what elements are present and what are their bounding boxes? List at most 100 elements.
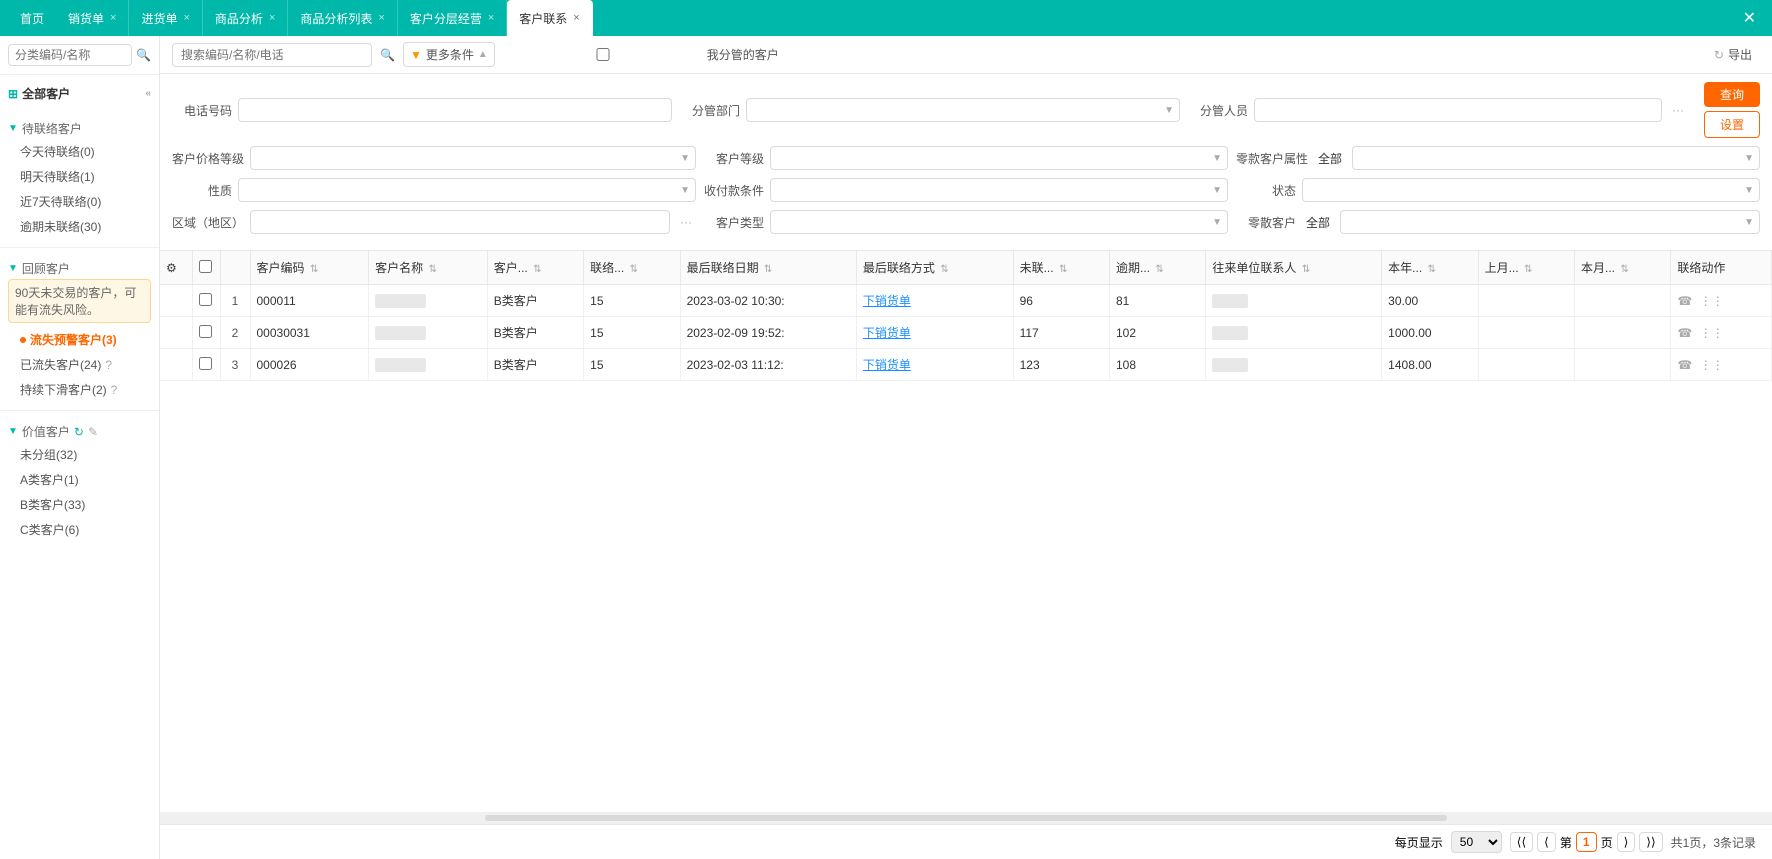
tab-purchase[interactable]: 进货单 × [129,0,202,36]
sort-unlink-icon[interactable]: ⇅ [1059,264,1067,275]
sidebar-group-lost[interactable]: ▼ 回顾客户 [0,256,159,279]
sidebar-section-pending: ▼ 待联络客户 今天待联络(0) 明天待联络(1) 近7天待联络(0) 逾期未联… [0,112,159,243]
customer-level-select[interactable] [770,146,1228,170]
scroll-thumb[interactable] [485,815,1447,821]
sidebar-search-input[interactable] [8,44,132,66]
tab-analysis-list[interactable]: 商品分析列表 × [288,0,397,36]
gender-select[interactable] [238,178,696,202]
sidebar-item-ungroup[interactable]: 未分组(32) [0,442,159,467]
price-level-select[interactable] [250,146,696,170]
row-seq-2: 3 [220,349,250,381]
sidebar-item-today[interactable]: 今天待联络(0) [0,139,159,164]
tab-sales[interactable]: 销货单 × [56,0,129,36]
last-page-btn[interactable]: ⟩⟩ [1639,832,1662,852]
action-more-icon[interactable]: ⋮⋮ [1700,294,1724,308]
region-input[interactable] [250,210,670,234]
action-contact-icon[interactable]: ☎ [1677,326,1692,340]
more-conditions-btn[interactable]: ▼ 更多条件 ▲ [403,42,495,67]
row-last-method-2[interactable]: 下销货单 [856,349,1013,381]
row-last-method-1[interactable]: 下销货单 [856,317,1013,349]
edit-value-icon[interactable]: ✎ [88,425,98,439]
sort-lmonth-icon[interactable]: ⇅ [1524,264,1532,275]
row-contact-1: 15 [584,317,680,349]
row-last-method-0[interactable]: 下销货单 [856,285,1013,317]
sort-contact-icon[interactable]: ⇅ [630,264,638,275]
sort-code-icon[interactable]: ⇅ [310,264,318,275]
sidebar-group-value[interactable]: ▼ 价值客户 ↻ ✎ [0,419,159,442]
window-close-button[interactable]: ✕ [1735,4,1764,32]
action-more-icon[interactable]: ⋮⋮ [1700,326,1724,340]
settings-button[interactable]: 设置 [1704,111,1760,138]
zero-sales-select[interactable] [1352,146,1760,170]
sort-name-icon[interactable]: ⇅ [428,264,436,275]
manager-input[interactable] [1254,98,1662,122]
page-size-select[interactable]: 50 100 [1451,831,1502,853]
sort-year-icon[interactable]: ⇅ [1428,264,1436,275]
current-page-num: 1 [1576,832,1597,852]
close-sales-tab[interactable]: × [110,12,116,24]
sort-tmonth-icon[interactable]: ⇅ [1620,264,1628,275]
first-page-btn[interactable]: ⟨⟨ [1510,832,1533,852]
col-last-date: 最后联络日期 ⇅ [680,251,856,285]
row-action-0[interactable]: ☎ ⋮⋮ [1671,285,1772,317]
action-more-icon[interactable]: ⋮⋮ [1700,358,1724,372]
col-contact: 联络... ⇅ [584,251,680,285]
row-checkbox-0[interactable] [192,285,220,317]
sidebar-item-class-b[interactable]: B类客户(33) [0,492,159,517]
dept-select[interactable] [746,98,1180,122]
sidebar-item-class-a[interactable]: A类客户(1) [0,467,159,492]
region-more-icon[interactable]: ··· [676,215,696,229]
action-contact-icon[interactable]: ☎ [1677,294,1692,308]
customer-type-select[interactable] [770,210,1228,234]
filter-search-icon[interactable]: 🔍 [380,48,395,62]
query-button[interactable]: 查询 [1704,82,1760,107]
collapse-sidebar-icon[interactable]: « [145,88,151,99]
sidebar-group-pending[interactable]: ▼ 待联络客户 [0,116,159,139]
bottom-bar: 每页显示 50 100 ⟨⟨ ⟨ 第 1 页 ⟩ ⟩⟩ 共1页，3条记录 [160,824,1772,859]
close-analysis-list-tab[interactable]: × [378,12,384,24]
close-analysis-tab[interactable]: × [269,12,275,24]
sort-date-icon[interactable]: ⇅ [764,264,772,275]
sidebar-all-customers[interactable]: ⊞ 全部客户 « [0,79,159,108]
my-customers-checkbox-label[interactable]: 我分管的客户 [503,46,779,63]
row-action-1[interactable]: ☎ ⋮⋮ [1671,317,1772,349]
sidebar-item-lost[interactable]: 已流失客户(24) ? [0,352,159,377]
filter-search-input[interactable] [172,43,372,67]
sidebar-item-declining[interactable]: 持续下滑客户(2) ? [0,377,159,402]
sort-type-icon[interactable]: ⇅ [533,264,541,275]
row-checkbox-1[interactable] [192,317,220,349]
sort-method-icon[interactable]: ⇅ [940,264,948,275]
row-action-2[interactable]: ☎ ⋮⋮ [1671,349,1772,381]
tab-customer-segment[interactable]: 客户分层经营 × [398,0,507,36]
zero-customer-select[interactable] [1340,210,1760,234]
horizontal-scrollbar[interactable] [160,812,1772,824]
phone-input[interactable] [238,98,672,122]
sidebar-search-icon: 🔍 [136,48,151,62]
sidebar-item-lost-warning[interactable]: 流失预警客户(3) [0,327,159,352]
tab-home[interactable]: 首页 [8,0,56,36]
manager-more-icon[interactable]: ··· [1668,103,1688,117]
action-contact-icon[interactable]: ☎ [1677,358,1692,372]
next-page-btn[interactable]: ⟩ [1617,832,1636,852]
close-customer-segment-tab[interactable]: × [488,12,494,24]
close-purchase-tab[interactable]: × [183,12,189,24]
sidebar-item-overdue[interactable]: 逾期未联络(30) [0,214,159,239]
sidebar-item-class-c[interactable]: C类客户(6) [0,517,159,542]
row-checkbox-2[interactable] [192,349,220,381]
refresh-value-icon[interactable]: ↻ [74,425,84,439]
my-customers-checkbox[interactable] [503,48,703,61]
sidebar-item-7days[interactable]: 近7天待联络(0) [0,189,159,214]
sort-unit-icon[interactable]: ⇅ [1302,264,1310,275]
tab-customer-contact[interactable]: 客户联系 × [507,0,592,36]
payment-select[interactable] [770,178,1228,202]
tab-analysis[interactable]: 商品分析 × [203,0,288,36]
col-this-month: 本月... ⇅ [1574,251,1670,285]
close-customer-contact-tab[interactable]: × [573,12,579,24]
col-settings[interactable]: ⚙ [160,251,192,285]
export-btn[interactable]: ↻ 导出 [1706,43,1760,66]
select-all-checkbox[interactable] [199,260,212,273]
sort-overdue-icon[interactable]: ⇅ [1155,264,1163,275]
sidebar-item-tomorrow[interactable]: 明天待联络(1) [0,164,159,189]
status-select[interactable] [1302,178,1760,202]
prev-page-btn[interactable]: ⟨ [1537,832,1556,852]
